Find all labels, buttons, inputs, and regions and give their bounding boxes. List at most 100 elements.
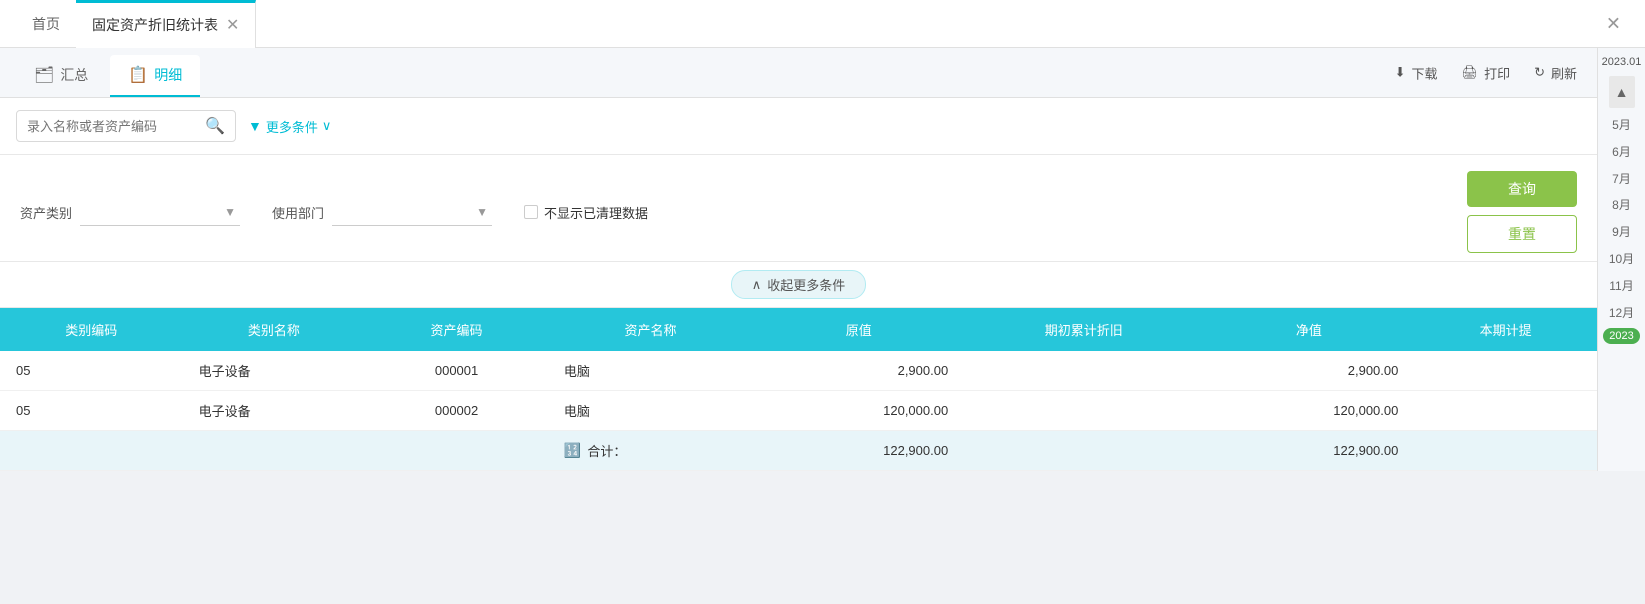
search-input-wrap[interactable]: 🔍 — [16, 110, 236, 142]
department-arrow-icon: ▼ — [476, 205, 488, 219]
conditions-area: 资产类别 ▼ 使用部门 ▼ 不显示已清理数据 — [0, 155, 1597, 262]
cell-original-value: 120,000.00 — [753, 391, 964, 431]
year-badge[interactable]: 2023 — [1603, 328, 1639, 344]
table-wrap: 类别编码 类别名称 资产编码 资产名称 原值 期初累计折旧 净值 本期计提 05 — [0, 308, 1597, 471]
table-row: 05 电子设备 000001 电脑 2,900.00 2,900.00 — [0, 351, 1597, 391]
checkbox-box — [524, 205, 538, 219]
page-layout: 🗂 汇总 📋 明细 ⬇ 下载 🖨 打印 ↻ 刷新 — [0, 48, 1645, 471]
collapse-icon: ∧ — [752, 277, 762, 293]
hide-cleared-checkbox[interactable]: 不显示已清理数据 — [524, 203, 648, 222]
collapse-button[interactable]: ∧ 收起更多条件 — [731, 270, 867, 299]
more-conditions-button[interactable]: ▼ 更多条件 ∨ — [248, 117, 331, 136]
col-net-value: 净值 — [1203, 308, 1414, 351]
filter-icon: ▼ — [248, 118, 262, 134]
col-category-name: 类别名称 — [183, 308, 366, 351]
collapse-bar: ∧ 收起更多条件 — [0, 262, 1597, 308]
col-original-value: 原值 — [753, 308, 964, 351]
cell-asset-name: 电脑 — [548, 351, 753, 391]
month-8[interactable]: 8月 — [1598, 192, 1645, 219]
content-area: 🗂 汇总 📋 明细 ⬇ 下载 🖨 打印 ↻ 刷新 — [0, 48, 1597, 471]
col-current-depreciation: 本期计提 — [1414, 308, 1597, 351]
col-accumulated-depreciation: 期初累计折旧 — [964, 308, 1203, 351]
cell-category-code: 05 — [0, 351, 183, 391]
date-sidebar: 2023.01 ▲ 5月 6月 7月 8月 9月 10月 11月 12月 202… — [1597, 48, 1645, 471]
cell-net-value: 2,900.00 — [1203, 351, 1414, 391]
cell-asset-code: 000001 — [365, 351, 548, 391]
conditions-row: 资产类别 ▼ 使用部门 ▼ 不显示已清理数据 — [20, 171, 1577, 253]
department-label: 使用部门 — [272, 203, 324, 222]
col-asset-name: 资产名称 — [548, 308, 753, 351]
col-category-code: 类别编码 — [0, 308, 183, 351]
month-11[interactable]: 11月 — [1598, 273, 1645, 300]
print-button[interactable]: 🖨 打印 — [1462, 63, 1511, 82]
cell-category-name: 电子设备 — [183, 351, 366, 391]
total-net-value: 122,900.00 — [1203, 431, 1414, 471]
month-7[interactable]: 7月 — [1598, 166, 1645, 193]
asset-category-filter: 资产类别 ▼ — [20, 198, 240, 226]
download-icon: ⬇ — [1395, 65, 1406, 81]
reset-button[interactable]: 重置 — [1467, 215, 1577, 253]
col-asset-code: 资产编码 — [365, 308, 548, 351]
table-row: 05 电子设备 000002 电脑 120,000.00 120,000.00 — [0, 391, 1597, 431]
home-tab[interactable]: 首页 — [16, 0, 76, 48]
tab-title: 固定资产折旧统计表 — [92, 15, 218, 35]
cell-accumulated-depreciation — [964, 391, 1203, 431]
refresh-icon: ↻ — [1534, 65, 1545, 81]
total-label-cell: 🔢 合计： — [548, 431, 753, 471]
cell-current-depreciation — [1414, 391, 1597, 431]
tab-summary[interactable]: 🗂 汇总 — [16, 55, 106, 97]
cell-net-value: 120,000.00 — [1203, 391, 1414, 431]
summary-icon: 🗂 — [34, 65, 54, 85]
search-input[interactable] — [27, 119, 205, 134]
chevron-down-icon: ∨ — [322, 118, 332, 134]
month-9[interactable]: 9月 — [1598, 219, 1645, 246]
query-button[interactable]: 查询 — [1467, 171, 1577, 207]
download-button[interactable]: ⬇ 下载 — [1395, 63, 1438, 82]
month-10[interactable]: 10月 — [1598, 246, 1645, 273]
cell-asset-name: 电脑 — [548, 391, 753, 431]
more-conditions-label: 更多条件 — [266, 117, 318, 136]
data-table: 类别编码 类别名称 资产编码 资产名称 原值 期初累计折旧 净值 本期计提 05 — [0, 308, 1597, 471]
table-header-row: 类别编码 类别名称 资产编码 资产名称 原值 期初累计折旧 净值 本期计提 — [0, 308, 1597, 351]
toolbar-right: ⬇ 下载 🖨 打印 ↻ 刷新 — [1395, 63, 1577, 82]
asset-category-select[interactable]: ▼ — [80, 198, 240, 226]
tab-bar: 🗂 汇总 📋 明细 ⬇ 下载 🖨 打印 ↻ 刷新 — [0, 48, 1597, 98]
cell-category-name: 电子设备 — [183, 391, 366, 431]
cell-original-value: 2,900.00 — [753, 351, 964, 391]
cell-current-depreciation — [1414, 351, 1597, 391]
cell-asset-code: 000002 — [365, 391, 548, 431]
cell-category-code: 05 — [0, 391, 183, 431]
asset-category-arrow-icon: ▼ — [224, 205, 236, 219]
top-nav: 首页 固定资产折旧统计表 ✕ ✕ — [0, 0, 1645, 48]
total-accumulated — [964, 431, 1203, 471]
active-tab[interactable]: 固定资产折旧统计表 ✕ — [76, 0, 256, 48]
date-nav-up-icon[interactable]: ▲ — [1609, 76, 1635, 108]
refresh-label: 刷新 — [1551, 63, 1577, 82]
action-buttons: 查询 重置 — [1467, 171, 1577, 253]
tab-close-icon[interactable]: ✕ — [226, 15, 239, 35]
total-label-text: 合计： — [587, 441, 626, 460]
total-icon-cell — [0, 431, 548, 471]
month-12[interactable]: 12月 — [1598, 300, 1645, 327]
cell-accumulated-depreciation — [964, 351, 1203, 391]
department-select[interactable]: ▼ — [332, 198, 492, 226]
total-original-value: 122,900.00 — [753, 431, 964, 471]
month-6[interactable]: 6月 — [1598, 139, 1645, 166]
print-label: 打印 — [1484, 63, 1510, 82]
download-label: 下载 — [1412, 63, 1438, 82]
refresh-button[interactable]: ↻ 刷新 — [1534, 63, 1577, 82]
hide-cleared-label: 不显示已清理数据 — [544, 203, 648, 222]
tab-detail[interactable]: 📋 明细 — [110, 55, 200, 97]
print-icon: 🖨 — [1462, 65, 1479, 81]
search-bar: 🔍 ▼ 更多条件 ∨ — [0, 98, 1597, 155]
detail-icon: 📋 — [128, 65, 148, 85]
date-year-label: 2023.01 — [1600, 52, 1644, 72]
department-filter: 使用部门 ▼ — [272, 198, 492, 226]
month-5[interactable]: 5月 — [1598, 112, 1645, 139]
window-close-button[interactable]: ✕ — [1606, 13, 1621, 34]
search-icon[interactable]: 🔍 — [205, 116, 225, 136]
collapse-label: 收起更多条件 — [767, 275, 845, 294]
total-row: 🔢 合计： 122,900.00 122,900.00 — [0, 431, 1597, 471]
total-icon: 🔢 — [564, 442, 581, 459]
tab-summary-label: 汇总 — [60, 65, 88, 85]
